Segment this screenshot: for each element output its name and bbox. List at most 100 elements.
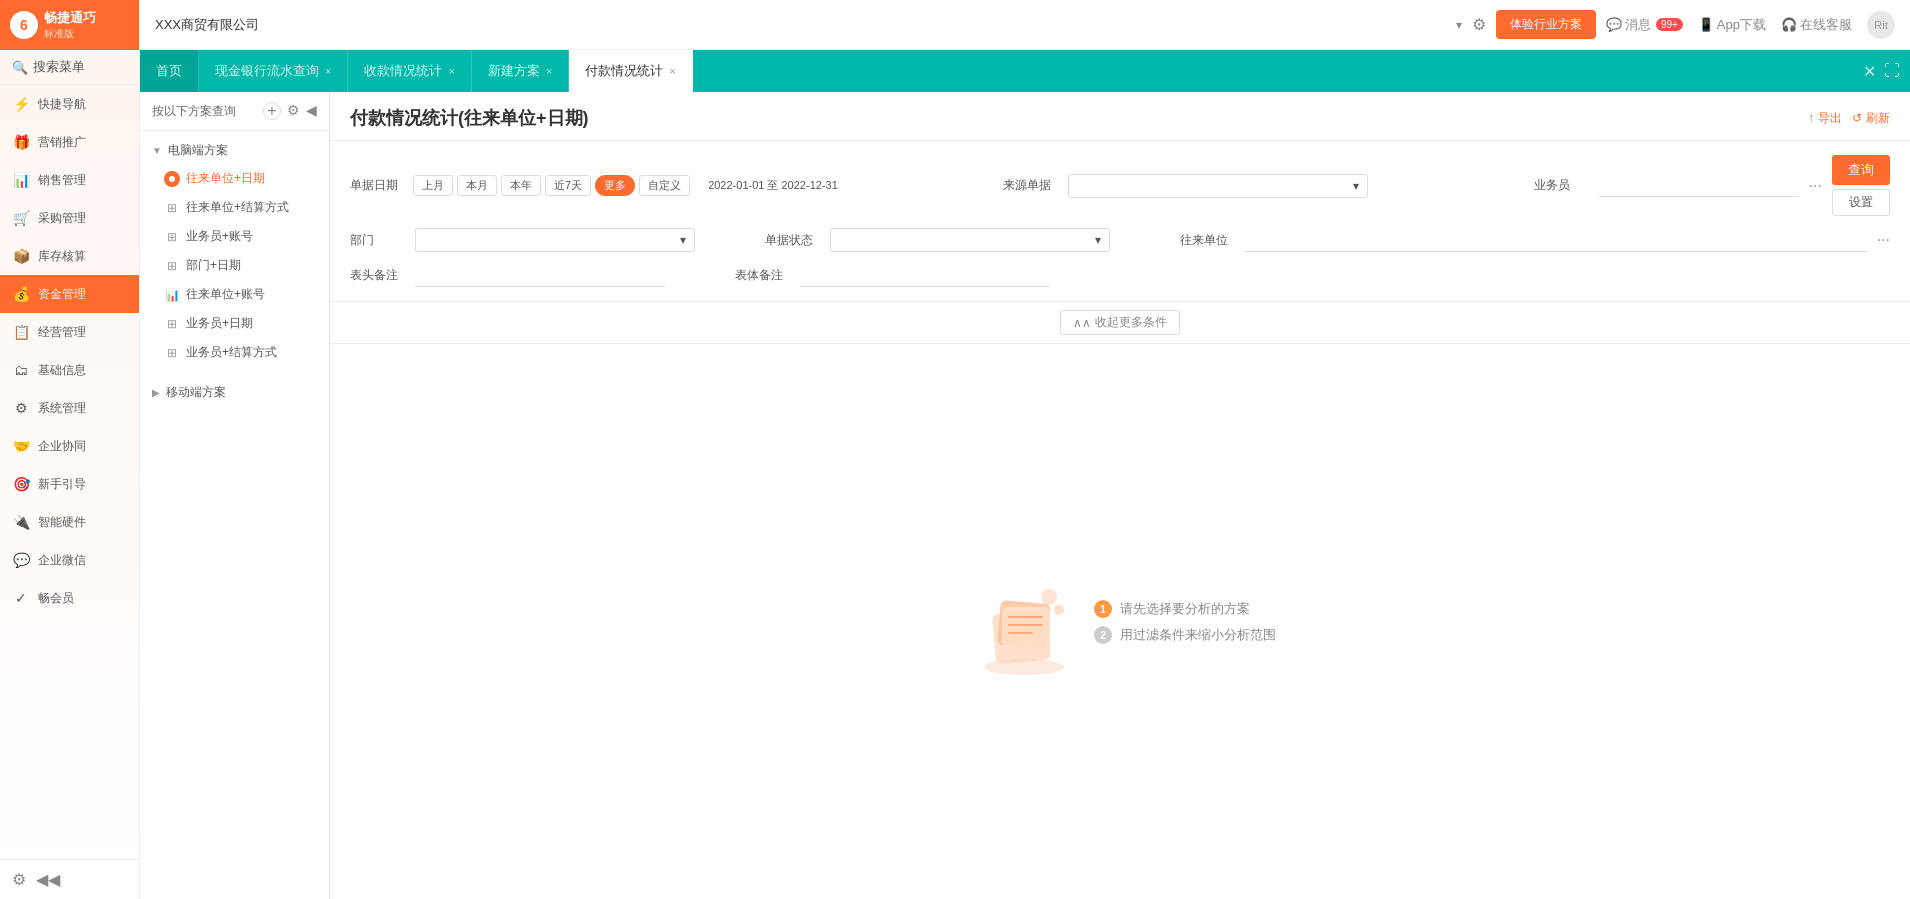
main-area: XXX商贸有限公司 ▾ ⚙ 体验行业方案 💬 消息 99+ 📱 App下载 🎧 … [140,0,1910,899]
date-btn-last-month[interactable]: 上月 [413,175,453,196]
basic-info-icon: 🗂 [12,361,30,379]
message-btn[interactable]: 💬 消息 99+ [1606,16,1683,34]
header-note-input[interactable] [415,264,665,287]
sidebar-item-label: 经营管理 [38,324,86,341]
collapse-bar[interactable]: ∧∧ 收起更多条件 [330,302,1910,344]
query-btn[interactable]: 查询 [1832,155,1890,185]
customer-service-btn[interactable]: 🎧 在线客服 [1781,16,1852,34]
desktop-plan-header[interactable]: ▼ 电脑端方案 [140,137,329,164]
mobile-arrow-icon: ▶ [152,387,160,398]
app-download-btn[interactable]: 📱 App下载 [1698,16,1766,34]
message-badge: 99+ [1656,18,1683,31]
sidebar-item-label: 系统管理 [38,400,86,417]
tab-payment-close[interactable]: × [669,65,675,77]
industry-btn[interactable]: 体验行业方案 [1496,10,1596,39]
logo-sub: 标准版 [44,27,96,41]
tab-expand-icon[interactable]: ⛶ [1884,62,1900,80]
plan-item-staff-settle[interactable]: ⊞ 业务员+结算方式 [140,338,329,367]
hint-text-1: 请先选择要分析的方案 [1120,600,1250,618]
salesperson-input[interactable] [1599,174,1799,197]
plan-item-staff-date[interactable]: ⊞ 业务员+日期 [140,309,329,338]
sidebar-item-vip[interactable]: ✓ 畅会员 [0,579,139,617]
tab-new-plan-close[interactable]: × [546,65,552,77]
plan-item-dept-date[interactable]: ⊞ 部门+日期 [140,251,329,280]
tab-home[interactable]: 首页 [140,50,199,92]
sidebar-item-capital[interactable]: 💰 资金管理 [0,275,139,313]
sidebar-item-quick-nav[interactable]: ⚡ 快捷导航 [0,85,139,123]
date-btn-7days[interactable]: 近7天 [545,175,591,196]
sales-icon: 📊 [12,171,30,189]
filter-row-2: 部门 ▾ 单据状态 ▾ 往来单位 ··· [350,228,1890,252]
user-avatar[interactable]: Rit [1867,11,1895,39]
sidebar-item-guide[interactable]: 🎯 新手引导 [0,465,139,503]
tab-payment[interactable]: 付款情况统计 × [569,50,692,92]
tab-collection[interactable]: 收款情况统计 × [348,50,471,92]
message-icon: 💬 [1606,17,1622,32]
plan-item-unit-account[interactable]: 📊 往来单位+账号 [140,280,329,309]
collapse-btn[interactable]: ∧∧ 收起更多条件 [1060,310,1180,335]
sidebar-item-wechat[interactable]: 💬 企业微信 [0,541,139,579]
plan-item-staff-account[interactable]: ⊞ 业务员+账号 [140,222,329,251]
filter-settings-btn[interactable]: 设置 [1832,189,1890,216]
date-btn-more[interactable]: 更多 [595,175,635,196]
company-dropdown-icon[interactable]: ▾ [1456,18,1462,32]
date-btn-custom[interactable]: 自定义 [639,175,690,196]
tab-new-plan-label: 新建方案 [488,62,540,80]
date-btn-this-month[interactable]: 本月 [457,175,497,196]
sidebar-item-basic-info[interactable]: 🗂 基础信息 [0,351,139,389]
search-label: 搜索菜单 [33,58,85,76]
svg-point-7 [1041,589,1057,605]
search-icon: 🔍 [12,60,28,75]
related-unit-more-btn[interactable]: ··· [1877,231,1890,249]
source-doc-label: 来源单据 [1003,177,1058,194]
tab-close-all-icon[interactable]: ✕ [1863,62,1876,81]
plan-item-label: 业务员+日期 [186,315,253,332]
tab-bank-flow-close[interactable]: × [325,65,331,77]
tab-collection-close[interactable]: × [448,65,454,77]
sidebar-item-label: 企业微信 [38,552,86,569]
panel-collapse-icon[interactable]: ◀ [306,102,317,120]
dept-select[interactable]: ▾ [415,228,695,252]
tab-bank-flow[interactable]: 现金银行流水查询 × [199,50,348,92]
plan-item-label: 业务员+结算方式 [186,344,277,361]
topbar-settings-icon[interactable]: ⚙ [1472,15,1486,34]
sidebar-item-operation[interactable]: 📋 经营管理 [0,313,139,351]
export-btn[interactable]: ↑ 导出 [1808,110,1842,127]
left-panel-header: 按以下方案查询 + ⚙ ◀ [140,92,329,131]
sidebar-item-purchase[interactable]: 🛒 采购管理 [0,199,139,237]
operation-icon: 📋 [12,323,30,341]
doc-status-select[interactable]: ▾ [830,228,1110,252]
active-plan-icon [164,171,180,187]
sidebar-item-hardware[interactable]: 🔌 智能硬件 [0,503,139,541]
mobile-plan-label: 移动端方案 [166,384,226,401]
footer-collapse-icon[interactable]: ◀◀ [36,870,60,889]
plan-item-unit-date[interactable]: 往来单位+日期 [140,164,329,193]
refresh-btn[interactable]: ↺ 刷新 [1852,110,1890,127]
sidebar-item-label: 采购管理 [38,210,86,227]
salesperson-more-btn[interactable]: ··· [1809,177,1822,195]
sidebar-item-system[interactable]: ⚙ 系统管理 [0,389,139,427]
source-doc-select[interactable]: ▾ [1068,174,1368,198]
footer-settings-icon[interactable]: ⚙ [12,870,26,889]
search-menu[interactable]: 🔍 搜索菜单 [0,50,139,85]
related-unit-input[interactable] [1245,229,1867,252]
table-plan-icon: ⊞ [164,200,180,216]
header-note-label: 表头备注 [350,267,405,284]
sidebar-item-enterprise[interactable]: 🤝 企业协同 [0,427,139,465]
dept-label: 部门 [350,232,405,249]
doc-date-label: 单据日期 [350,177,405,194]
sidebar-item-marketing[interactable]: 🎁 营销推广 [0,123,139,161]
tab-actions: ✕ ⛶ [1853,50,1910,92]
add-plan-icon[interactable]: + [263,102,281,120]
body-note-input[interactable] [800,264,1050,287]
sidebar-item-label: 畅会员 [38,590,74,607]
company-name: XXX商贸有限公司 [155,16,1446,34]
tab-new-plan[interactable]: 新建方案 × [472,50,569,92]
plan-item-unit-settle[interactable]: ⊞ 往来单位+结算方式 [140,193,329,222]
plan-settings-icon[interactable]: ⚙ [287,102,300,120]
date-btn-this-year[interactable]: 本年 [501,175,541,196]
sidebar-footer: ⚙ ◀◀ [0,859,139,899]
mobile-plan-header[interactable]: ▶ 移动端方案 [140,379,329,406]
sidebar-item-inventory[interactable]: 📦 库存核算 [0,237,139,275]
sidebar-item-sales[interactable]: 📊 销售管理 [0,161,139,199]
